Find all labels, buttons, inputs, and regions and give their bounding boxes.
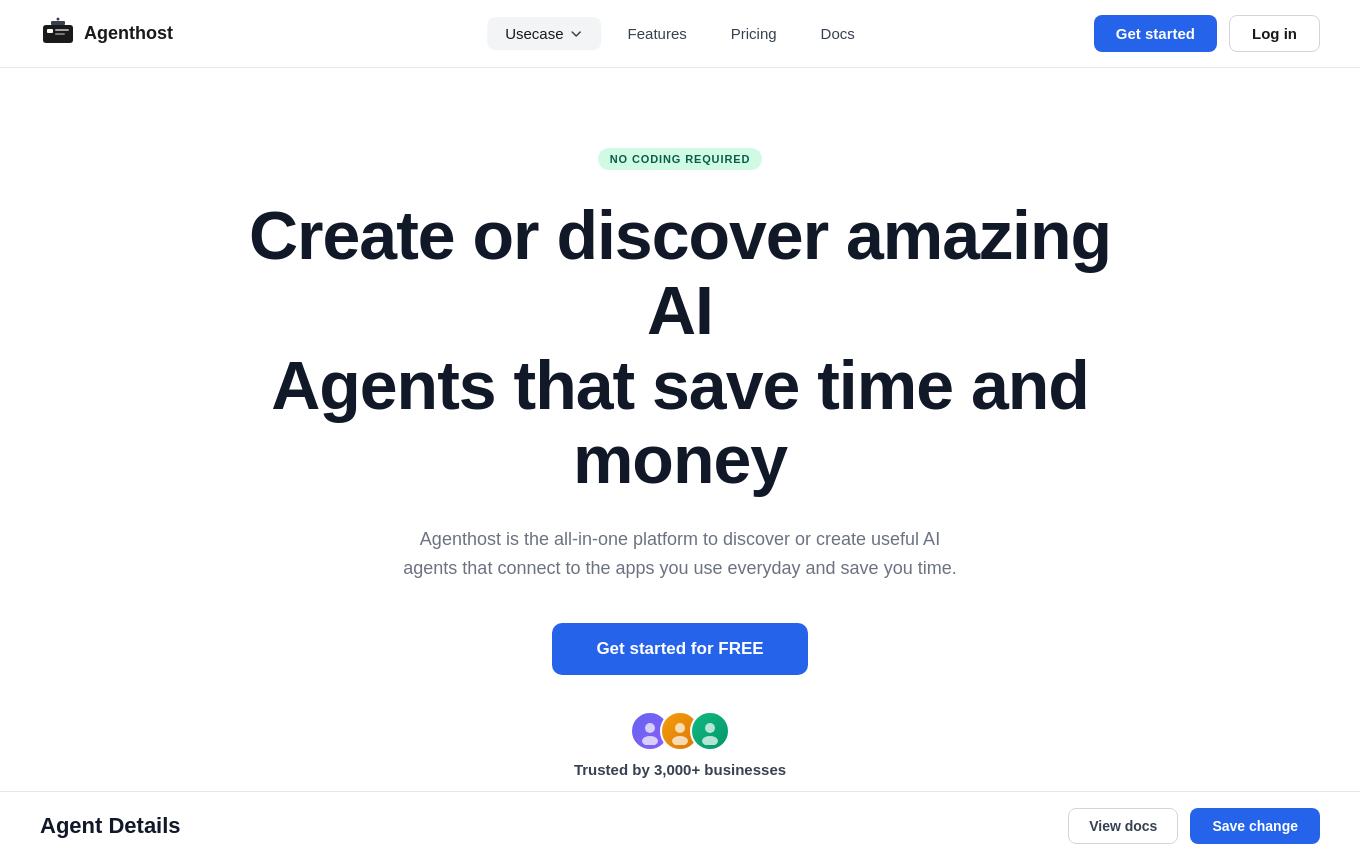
navbar: Agenthost Usecase Features Pricing Docs …	[0, 0, 1360, 68]
svg-point-9	[672, 736, 688, 745]
get-started-button[interactable]: Get started	[1094, 15, 1217, 52]
brand: Agenthost	[40, 16, 173, 52]
bottom-bar: Agent Details View docs Save change	[0, 791, 1360, 859]
svg-point-6	[645, 723, 655, 733]
hero-title: Create or discover amazing AI Agents tha…	[230, 198, 1130, 497]
save-change-button[interactable]: Save change	[1190, 808, 1320, 844]
svg-rect-1	[47, 29, 53, 33]
nav-usecase[interactable]: Usecase	[487, 17, 601, 50]
nav-pricing[interactable]: Pricing	[713, 17, 795, 50]
trusted-text: Trusted by 3,000+ businesses	[574, 761, 786, 778]
bottom-bar-actions: View docs Save change	[1068, 808, 1320, 844]
view-docs-button[interactable]: View docs	[1068, 808, 1178, 844]
chevron-down-icon	[570, 27, 584, 41]
nav-features[interactable]: Features	[610, 17, 705, 50]
logo-icon	[40, 16, 76, 52]
no-coding-badge: NO CODING REQUIRED	[598, 148, 763, 170]
nav-docs[interactable]: Docs	[803, 17, 873, 50]
nav-menu: Usecase Features Pricing Docs	[487, 17, 873, 50]
hero-subtitle: Agenthost is the all-in-one platform to …	[400, 525, 960, 583]
hero-section: NO CODING REQUIRED Create or discover am…	[0, 68, 1360, 818]
svg-point-7	[642, 736, 658, 745]
svg-point-11	[702, 736, 718, 745]
svg-point-10	[705, 723, 715, 733]
bottom-bar-left: Agent Details	[40, 813, 181, 839]
user-avatars	[630, 711, 730, 751]
hero-cta-button[interactable]: Get started for FREE	[552, 623, 807, 675]
social-proof: Trusted by 3,000+ businesses	[574, 711, 786, 778]
agent-details-label: Agent Details	[40, 813, 181, 839]
svg-rect-2	[55, 29, 69, 31]
avatar	[690, 711, 730, 751]
svg-rect-3	[55, 33, 65, 35]
navbar-actions: Get started Log in	[1094, 15, 1320, 52]
login-button[interactable]: Log in	[1229, 15, 1320, 52]
brand-name: Agenthost	[84, 23, 173, 44]
svg-point-5	[57, 17, 60, 20]
svg-rect-4	[51, 21, 65, 25]
svg-point-8	[675, 723, 685, 733]
